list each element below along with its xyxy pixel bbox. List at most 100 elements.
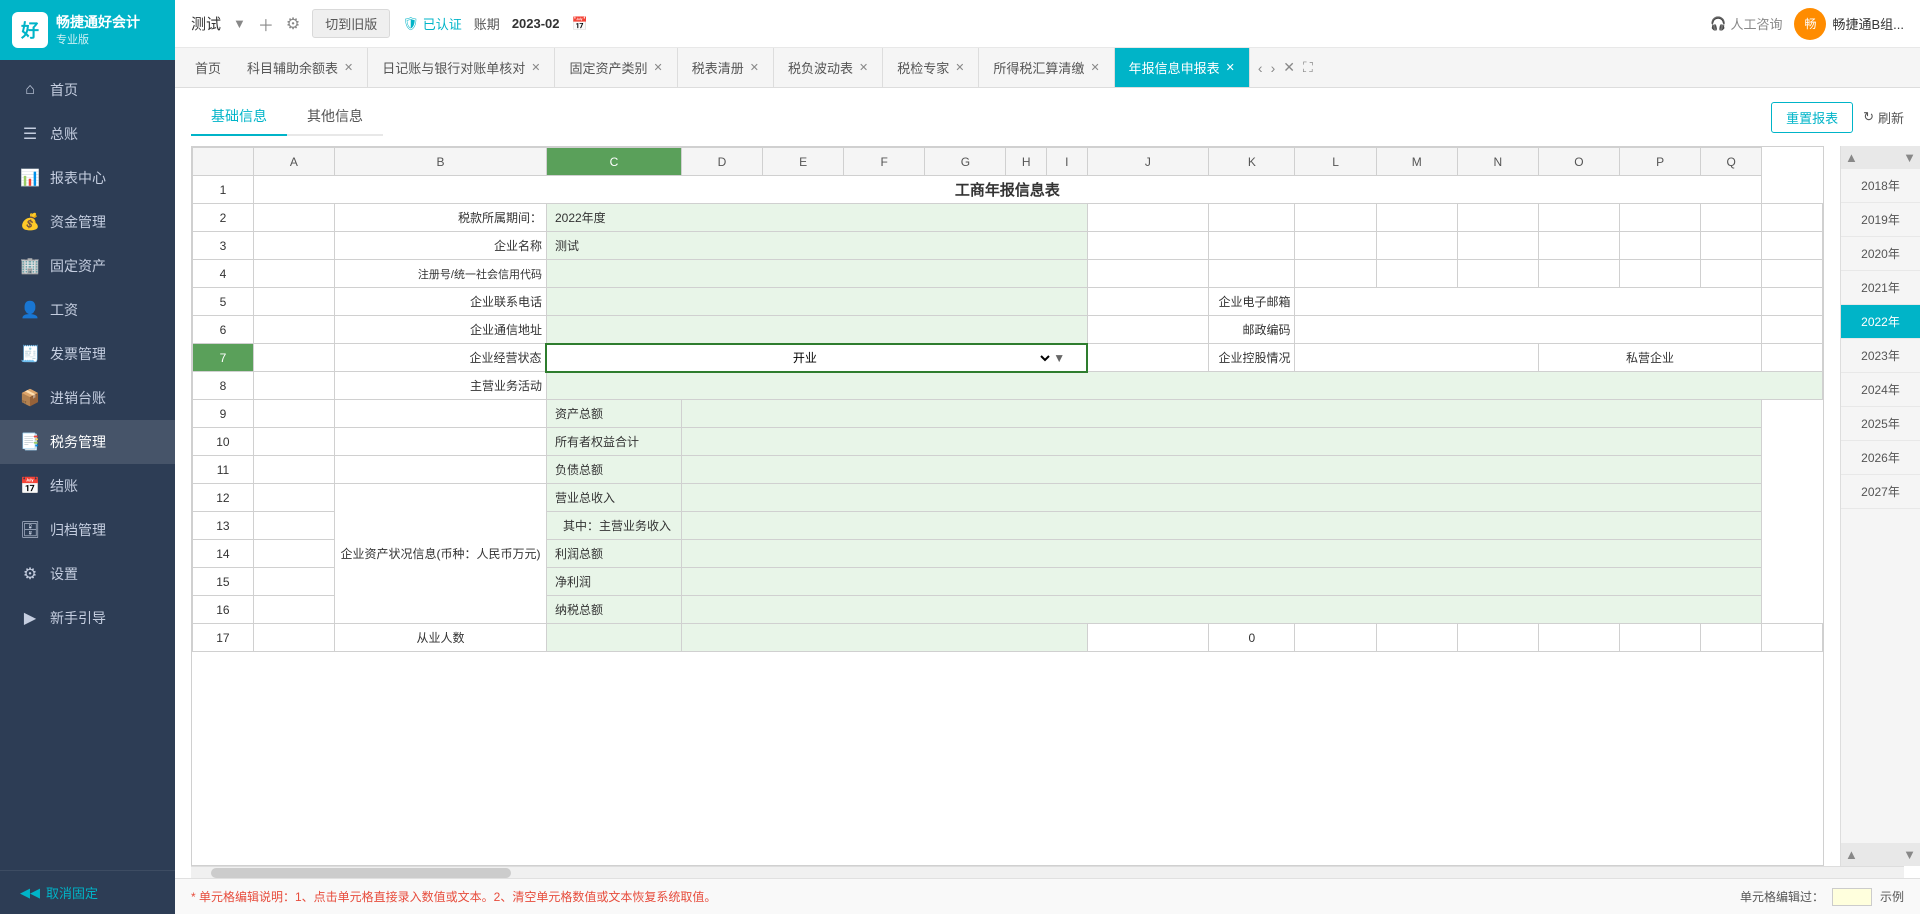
tab-close-all-icon[interactable]: ✕ xyxy=(1279,59,1299,76)
year-panel-scroll-up-icon[interactable]: ▲ xyxy=(1845,847,1858,862)
col-header-h[interactable]: H xyxy=(1006,148,1047,176)
settings-gear-icon[interactable]: ⚙ xyxy=(286,14,300,34)
col-header-c[interactable]: C xyxy=(546,148,681,176)
cell-4-o[interactable] xyxy=(1620,260,1701,288)
cell-17-p[interactable] xyxy=(1701,624,1762,652)
cell-9-rest[interactable] xyxy=(681,400,1761,428)
tab-aux-close-icon[interactable]: ✕ xyxy=(344,61,353,74)
col-header-j[interactable]: J xyxy=(1087,148,1209,176)
cell-2-a[interactable] xyxy=(253,204,334,232)
col-header-l[interactable]: L xyxy=(1295,148,1376,176)
cell-6-j[interactable]: 邮政编码 xyxy=(1209,316,1295,344)
cell-12-a[interactable] xyxy=(253,484,334,512)
year-item-2026[interactable]: 2026年 xyxy=(1841,441,1920,475)
cell-3-b[interactable]: 企业名称 xyxy=(334,232,546,260)
sheet-container[interactable]: A B C D E F G H I J K L M xyxy=(191,146,1824,866)
cell-7-k[interactable] xyxy=(1295,344,1538,372)
cell-8-a[interactable] xyxy=(253,372,334,400)
cell-4-l[interactable] xyxy=(1376,260,1457,288)
year-item-2023[interactable]: 2023年 xyxy=(1841,339,1920,373)
year-item-2018[interactable]: 2018年 xyxy=(1841,169,1920,203)
cell-3-o[interactable] xyxy=(1620,232,1701,260)
cell-4-b[interactable]: 注册号/统一社会信用代码 xyxy=(334,260,546,288)
cell-11-c[interactable]: 负债总额 xyxy=(546,456,681,484)
cell-7-dropdown[interactable]: 开业 注销 吊销 迁出 撤销 ▼ xyxy=(546,344,1087,372)
cell-4-p[interactable] xyxy=(1701,260,1762,288)
cell-3-l[interactable] xyxy=(1376,232,1457,260)
tab-prev-icon[interactable]: ‹ xyxy=(1254,60,1267,76)
cell-14-a[interactable] xyxy=(253,540,334,568)
cell-7-j[interactable]: 企业控股情况 xyxy=(1209,344,1295,372)
col-header-f[interactable]: F xyxy=(844,148,925,176)
cell-7-a[interactable] xyxy=(253,344,334,372)
cell-4-c[interactable] xyxy=(546,260,1087,288)
business-status-select[interactable]: 开业 注销 吊销 迁出 撤销 xyxy=(568,350,1053,366)
year-item-2020[interactable]: 2020年 xyxy=(1841,237,1920,271)
sidebar-item-invoice[interactable]: 🧾 发票管理 xyxy=(0,332,175,376)
col-header-b[interactable]: B xyxy=(334,148,546,176)
cell-3-q[interactable] xyxy=(1762,232,1823,260)
col-header-g[interactable]: G xyxy=(925,148,1006,176)
cell-5-k[interactable] xyxy=(1295,288,1762,316)
cell-2-b[interactable]: 税款所属期间： xyxy=(334,204,546,232)
cell-17-m[interactable] xyxy=(1457,624,1538,652)
cell-13-a[interactable] xyxy=(253,512,334,540)
cell-2-p[interactable] xyxy=(1701,204,1762,232)
tab-tax-check-close-icon[interactable]: ✕ xyxy=(955,61,964,74)
tab-tax-wave[interactable]: 税负波动表 ✕ xyxy=(774,48,883,88)
cell-10-b[interactable] xyxy=(334,428,546,456)
cell-17-i[interactable] xyxy=(1087,624,1209,652)
cell-8-c[interactable] xyxy=(546,372,1822,400)
col-header-d[interactable]: D xyxy=(681,148,762,176)
col-header-m[interactable]: M xyxy=(1376,148,1457,176)
sidebar-item-home[interactable]: ⌂ 首页 xyxy=(0,68,175,112)
refresh-button[interactable]: ↻ 刷新 xyxy=(1863,108,1904,127)
tab-tax-wave-close-icon[interactable]: ✕ xyxy=(859,61,868,74)
tab-annual[interactable]: 年报信息申报表 ✕ xyxy=(1115,48,1250,88)
cell-8-b[interactable]: 主营业务活动 xyxy=(334,372,546,400)
cell-3-p[interactable] xyxy=(1701,232,1762,260)
cell-1-title[interactable]: 工商年报信息表 xyxy=(253,176,1761,204)
cell-17-d[interactable] xyxy=(681,624,1087,652)
cell-6-a[interactable] xyxy=(253,316,334,344)
cell-6-i[interactable] xyxy=(1087,316,1209,344)
sidebar-item-tax[interactable]: 📑 税务管理 xyxy=(0,420,175,464)
cell-7-q[interactable] xyxy=(1762,344,1823,372)
cell-5-j[interactable]: 企业电子邮箱 xyxy=(1209,288,1295,316)
cell-15-a[interactable] xyxy=(253,568,334,596)
sidebar-item-ledger[interactable]: ☰ 总账 xyxy=(0,112,175,156)
year-item-2025[interactable]: 2025年 xyxy=(1841,407,1920,441)
col-header-e[interactable]: E xyxy=(763,148,844,176)
sidebar-collapse-btn[interactable]: ◀◀ 取消固定 xyxy=(0,870,175,914)
cell-5-q[interactable] xyxy=(1762,288,1823,316)
user-menu-btn[interactable]: 畅 畅捷通B组... xyxy=(1794,8,1904,40)
cell-17-j[interactable]: 0 xyxy=(1209,624,1295,652)
cell-6-k[interactable] xyxy=(1295,316,1762,344)
col-header-n[interactable]: N xyxy=(1457,148,1538,176)
tab-income-tax-close-icon[interactable]: ✕ xyxy=(1090,61,1099,74)
cell-2-q[interactable] xyxy=(1762,204,1823,232)
cell-2-c[interactable]: 2022年度 xyxy=(546,204,1087,232)
sidebar-item-fixed[interactable]: 🏢 固定资产 xyxy=(0,244,175,288)
tab-journal[interactable]: 日记账与银行对账单核对 ✕ xyxy=(368,48,555,88)
tab-expand-icon[interactable]: ⛶ xyxy=(1299,59,1317,76)
tab-journal-close-icon[interactable]: ✕ xyxy=(531,61,540,74)
cell-16-c[interactable]: 纳税总额 xyxy=(546,596,681,624)
cell-13-rest[interactable] xyxy=(681,512,1761,540)
cell-12-rest[interactable] xyxy=(681,484,1761,512)
year-item-2019[interactable]: 2019年 xyxy=(1841,203,1920,237)
cell-17-a[interactable] xyxy=(253,624,334,652)
cell-2-j[interactable] xyxy=(1209,204,1295,232)
subtab-other[interactable]: 其他信息 xyxy=(287,98,383,136)
reset-report-button[interactable]: 重置报表 xyxy=(1771,102,1853,133)
cell-15-c[interactable]: 净利润 xyxy=(546,568,681,596)
tab-income-tax[interactable]: 所得税汇算清缴 ✕ xyxy=(979,48,1114,88)
subtab-basic[interactable]: 基础信息 xyxy=(191,98,287,136)
col-header-k[interactable]: K xyxy=(1209,148,1295,176)
year-item-2021[interactable]: 2021年 xyxy=(1841,271,1920,305)
tab-tax-form-close-icon[interactable]: ✕ xyxy=(750,61,759,74)
cell-2-l[interactable] xyxy=(1376,204,1457,232)
cell-3-a[interactable] xyxy=(253,232,334,260)
tab-fixed-cat[interactable]: 固定资产类别 ✕ xyxy=(555,48,677,88)
cell-3-k[interactable] xyxy=(1295,232,1376,260)
